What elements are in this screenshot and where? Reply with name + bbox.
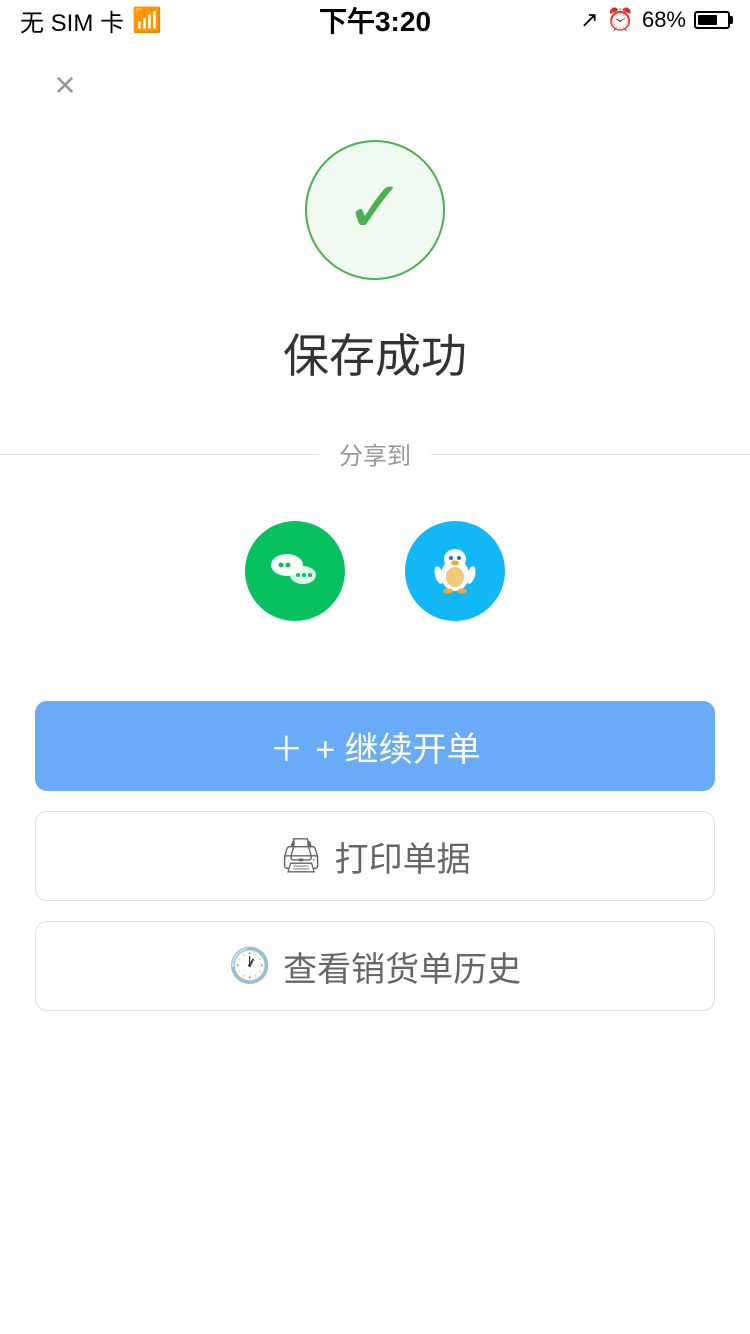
battery-text: 68%: [642, 7, 686, 33]
share-label: 分享到: [319, 436, 431, 471]
status-time: 下午3:20: [319, 0, 431, 40]
print-button[interactable]: 🖨 打印单据: [35, 811, 715, 901]
alarm-icon: ⏰: [607, 7, 634, 33]
checkmark-icon: ✓: [345, 172, 405, 244]
carrier-text: 无 SIM 卡: [20, 3, 124, 38]
close-icon: ×: [54, 64, 75, 106]
status-left: 无 SIM 卡 📶: [20, 3, 162, 38]
continue-label: + 继续开单: [315, 722, 480, 771]
wifi-icon: 📶: [132, 6, 162, 35]
location-icon: ↗: [580, 7, 598, 33]
print-label: 打印单据: [335, 832, 471, 881]
continue-button[interactable]: ＋ + 继续开单: [35, 701, 715, 791]
history-icon: 🕐: [229, 946, 271, 986]
close-button[interactable]: ×: [40, 60, 90, 110]
success-circle: ✓: [305, 140, 445, 280]
qq-share-button[interactable]: [405, 521, 505, 621]
print-icon: 🖨: [279, 836, 322, 876]
history-label: 查看销货单历史: [283, 942, 521, 991]
history-button[interactable]: 🕐 查看销货单历史: [35, 921, 715, 1011]
plus-icon: ＋: [269, 722, 303, 771]
status-right: ↗ ⏰ 68%: [580, 7, 730, 33]
success-title: 保存成功: [283, 320, 467, 386]
action-buttons: ＋ + 继续开单 🖨 打印单据 🕐 查看销货单历史: [35, 701, 715, 1011]
wechat-logo: [265, 541, 325, 601]
main-content: ✓ 保存成功 分享到: [0, 40, 750, 1011]
share-section: 分享到: [0, 436, 750, 471]
wechat-share-button[interactable]: [245, 521, 345, 621]
qq-logo: [425, 541, 485, 601]
battery-icon: [694, 11, 730, 29]
share-icons: [245, 521, 505, 621]
status-bar: 无 SIM 卡 📶 下午3:20 ↗ ⏰ 68%: [0, 0, 750, 40]
